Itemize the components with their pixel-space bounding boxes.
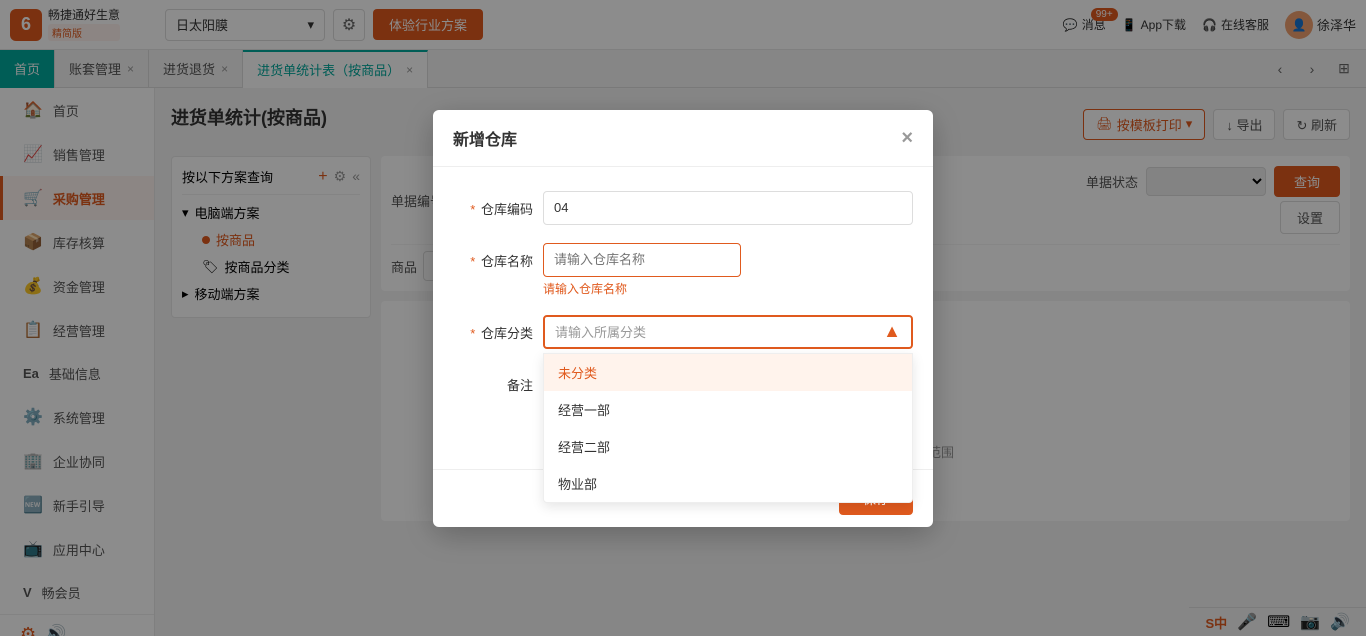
dropdown-option-uncategorized[interactable]: 未分类 xyxy=(544,354,912,391)
dialog-body: * 仓库编码 * 仓库名称 请输入仓库名称 * xyxy=(433,167,933,469)
category-placeholder: 请输入所属分类 xyxy=(555,322,646,341)
warehouse-name-label: * 仓库名称 xyxy=(453,243,533,270)
dialog-title: 新增仓库 xyxy=(453,126,517,150)
category-dropdown-trigger[interactable]: 请输入所属分类 ▲ xyxy=(543,315,913,349)
warehouse-code-label: * 仓库编码 xyxy=(453,191,533,218)
close-dialog-button[interactable]: × xyxy=(901,128,913,148)
dialog-header: 新增仓库 × xyxy=(433,110,933,167)
warehouse-dialog: 新增仓库 × * 仓库编码 * 仓库名称 请输入仓库名称 xyxy=(433,110,933,527)
notes-label: 备注 xyxy=(453,367,533,394)
dialog-overlay[interactable]: 新增仓库 × * 仓库编码 * 仓库名称 请输入仓库名称 xyxy=(0,0,1366,636)
warehouse-name-input[interactable] xyxy=(543,243,741,277)
warehouse-name-error: 请输入仓库名称 xyxy=(543,280,913,297)
warehouse-category-wrap: 请输入所属分类 ▲ 未分类 经营一部 经营二部 物业部 xyxy=(543,315,913,349)
warehouse-category-label: * 仓库分类 xyxy=(453,315,533,342)
warehouse-code-row: * 仓库编码 xyxy=(453,191,913,225)
warehouse-code-input[interactable] xyxy=(543,191,913,225)
category-dropdown-list: 未分类 经营一部 经营二部 物业部 xyxy=(543,353,913,503)
dropdown-option-dept2[interactable]: 经营二部 xyxy=(544,428,912,465)
chevron-up-icon: ▲ xyxy=(883,321,901,342)
dropdown-option-dept1[interactable]: 经营一部 xyxy=(544,391,912,428)
warehouse-category-row: * 仓库分类 请输入所属分类 ▲ 未分类 经营一部 经营二部 物业部 xyxy=(453,315,913,349)
dropdown-option-dept3[interactable]: 物业部 xyxy=(544,465,912,502)
warehouse-name-row: * 仓库名称 请输入仓库名称 xyxy=(453,243,913,297)
warehouse-name-wrap: 请输入仓库名称 xyxy=(543,243,913,297)
